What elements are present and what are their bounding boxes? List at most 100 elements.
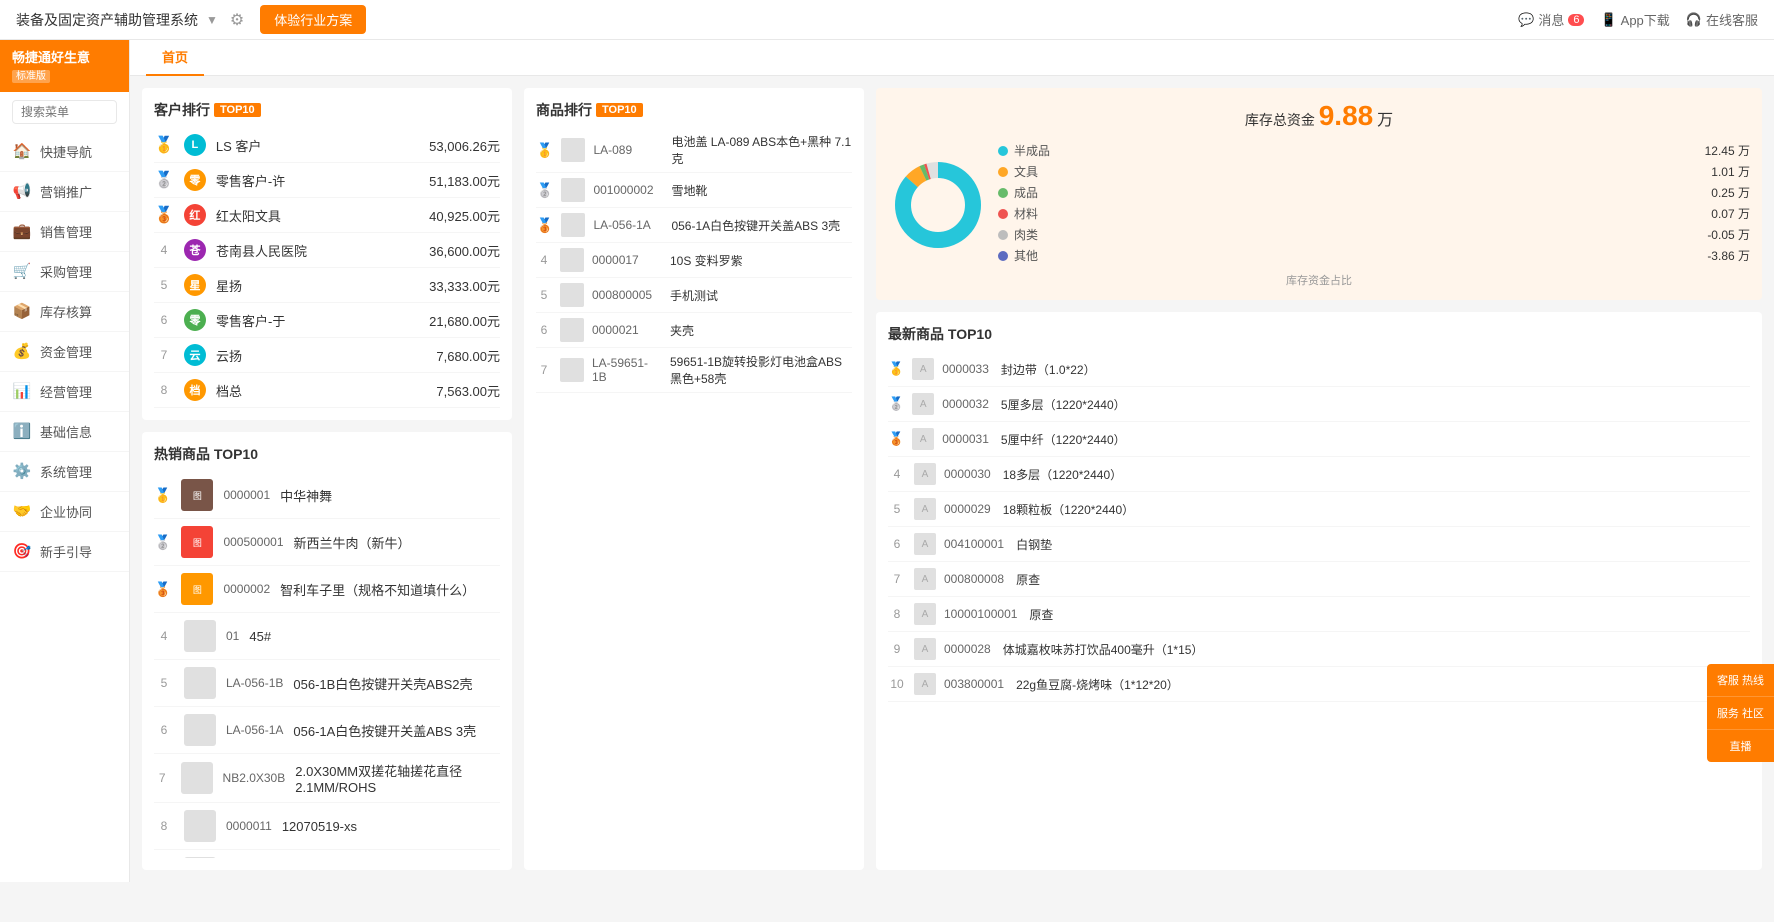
customer-ranking-table: 🥇 L LS 客户 53,006.26元 🥈 零 零售客户-许 51,183.0… xyxy=(154,128,500,408)
target-icon: 🎯 xyxy=(12,542,32,560)
product-ranking-header: 商品排行 TOP10 xyxy=(536,100,852,120)
np-image: A xyxy=(914,498,936,520)
rank-badge-8: 档 xyxy=(184,379,206,401)
list-item: 🥉 LA-056-1A 056-1A白色按键开关盖ABS 3壳 xyxy=(536,208,852,243)
left-panel: 客户排行 TOP10 🥇 L LS 客户 53,006.26元 🥈 xyxy=(142,88,512,870)
briefcase-icon: 💼 xyxy=(12,222,32,240)
message-badge: 6 xyxy=(1568,14,1584,26)
top-bar: 装备及固定资产辅助管理系统 ▼ ⚙ 体验行业方案 💬 消息 6 📱 App下载 … xyxy=(0,0,1774,40)
trial-button[interactable]: 体验行业方案 xyxy=(260,5,366,34)
float-btn-service[interactable]: 客服 热线 xyxy=(1707,664,1774,697)
sidebar-item-quick-nav[interactable]: 🏠 快捷导航 xyxy=(0,132,129,172)
table-row: 🥈 零 零售客户-许 51,183.00元 xyxy=(154,163,500,198)
right-panel: 库存总资金 9.88 万 xyxy=(876,88,1762,870)
dropdown-arrow-icon[interactable]: ▼ xyxy=(206,13,218,27)
money-icon: 💰 xyxy=(12,342,32,360)
list-item: 🥇 A 0000033 封边带（1.0*22） xyxy=(888,352,1750,387)
message-icon: 💬 xyxy=(1518,12,1534,28)
hot-products-title: 热销商品 TOP10 xyxy=(154,444,258,464)
list-item: 9 KK-SD22110H 花语萌恒温分踏睡袋（厚款） xyxy=(154,850,500,858)
info-icon: ℹ️ xyxy=(12,422,32,440)
legend-item: 肉类 -0.05 万 xyxy=(998,226,1750,243)
medal-bronze-icon: 🥉 xyxy=(536,217,553,234)
page-tabs: 首页 xyxy=(130,40,1774,76)
sidebar-item-operations[interactable]: 📊 经营管理 xyxy=(0,372,129,412)
home-icon: 🏠 xyxy=(12,142,32,160)
table-row: 6 零 零售客户-于 21,680.00元 xyxy=(154,303,500,338)
np-image: A xyxy=(912,428,934,450)
product-image-placeholder xyxy=(184,667,216,699)
table-row: 🥉 红 红太阳文具 40,925.00元 xyxy=(154,198,500,233)
sidebar-item-finance[interactable]: 💰 资金管理 xyxy=(0,332,129,372)
product-image: 图 xyxy=(181,479,213,511)
medal-bronze-icon: 🥉 xyxy=(154,205,174,225)
system-title: 装备及固定资产辅助管理系统 xyxy=(16,10,198,30)
list-item: 8 A 10000100001 原查 xyxy=(888,597,1750,632)
rank-badge-3: 红 xyxy=(184,204,206,226)
table-row: 🥇 L LS 客户 53,006.26元 xyxy=(154,128,500,163)
table-row: 5 星 星扬 33,333.00元 xyxy=(154,268,500,303)
float-btn-community[interactable]: 服务 社区 xyxy=(1707,697,1774,730)
service-link[interactable]: 🎧 在线客服 xyxy=(1686,10,1758,29)
sidebar: 畅捷通好生意 标准版 🏠 快捷导航 📢 营销推广 💼 销售管理 🛒 采购管理 📦… xyxy=(0,40,130,882)
table-row: 4 苍 苍南县人民医院 36,600.00元 xyxy=(154,233,500,268)
pr-image xyxy=(560,358,584,382)
new-products-header: 最新商品 TOP10 xyxy=(888,324,1750,344)
hot-products-header: 热销商品 TOP10 xyxy=(154,444,500,464)
float-btn-live[interactable]: 直播 xyxy=(1707,730,1774,762)
pr-image xyxy=(560,248,584,272)
phone-icon: 📱 xyxy=(1600,12,1616,28)
customer-ranking-title: 客户排行 xyxy=(154,100,210,120)
rank-badge-2: 零 xyxy=(184,169,206,191)
headset-icon: 🎧 xyxy=(1686,12,1702,28)
legend-item: 其他 -3.86 万 xyxy=(998,247,1750,264)
pr-image xyxy=(561,213,585,237)
list-item: 9 A 0000028 体城嘉枚味苏打饮品400毫升（1*15） xyxy=(888,632,1750,667)
settings-icon[interactable]: ⚙ xyxy=(230,10,244,30)
np-image: A xyxy=(914,638,936,660)
pr-image xyxy=(560,283,584,307)
app-download-link[interactable]: 📱 App下载 xyxy=(1600,10,1669,29)
medal-bronze-icon: 🥉 xyxy=(154,581,171,598)
search-menu-item xyxy=(0,92,129,132)
messages-link[interactable]: 💬 消息 6 xyxy=(1518,10,1584,29)
product-ranking-title: 商品排行 xyxy=(536,100,592,120)
medal-gold-icon: 🥇 xyxy=(154,135,174,155)
np-image: A xyxy=(912,393,934,415)
customer-ranking-header: 客户排行 TOP10 xyxy=(154,100,500,120)
product-image-placeholder xyxy=(184,810,216,842)
logo-text: 畅捷通好生意 xyxy=(12,50,90,67)
sidebar-logo: 畅捷通好生意 标准版 xyxy=(0,40,129,92)
main: 首页 客户排行 TOP10 🥇 L LS 客户 xyxy=(130,40,1774,882)
table-row: 8 档 档总 7,563.00元 xyxy=(154,373,500,408)
rank-badge-5: 星 xyxy=(184,274,206,296)
medal-silver-icon: 🥈 xyxy=(536,182,553,199)
sidebar-item-sales[interactable]: 💼 销售管理 xyxy=(0,212,129,252)
sidebar-item-enterprise[interactable]: 🤝 企业协同 xyxy=(0,492,129,532)
list-item: 🥇 图 0000001 中华神舞 xyxy=(154,472,500,519)
list-item: 7 LA-59651-1B 59651-1B旋转投影灯电池盒ABS黑色+58壳 xyxy=(536,348,852,393)
sidebar-item-marketing[interactable]: 📢 营销推广 xyxy=(0,172,129,212)
rank-badge-1: L xyxy=(184,134,206,156)
pr-image xyxy=(561,178,585,202)
sidebar-item-system[interactable]: ⚙️ 系统管理 xyxy=(0,452,129,492)
chart-icon: 📊 xyxy=(12,382,32,400)
new-products-list: 🥇 A 0000033 封边带（1.0*22） 🥈 A 0000032 5厘多层… xyxy=(888,352,1750,858)
tab-home[interactable]: 首页 xyxy=(146,39,204,76)
sidebar-item-purchase[interactable]: 🛒 采购管理 xyxy=(0,252,129,292)
np-image: A xyxy=(914,463,936,485)
product-image-placeholder xyxy=(184,857,216,858)
search-menu-input[interactable] xyxy=(12,100,117,124)
sidebar-item-guide[interactable]: 🎯 新手引导 xyxy=(0,532,129,572)
np-image: A xyxy=(914,568,936,590)
sidebar-item-inventory[interactable]: 📦 库存核算 xyxy=(0,292,129,332)
center-panel: 商品排行 TOP10 🥇 LA-089 电池盖 LA-089 ABS本色+黑种 … xyxy=(524,88,864,870)
list-item: 4 01 45# xyxy=(154,613,500,660)
inventory-total: 库存总资金 9.88 万 xyxy=(888,100,1750,132)
rank-badge-6: 零 xyxy=(184,309,206,331)
list-item: 6 0000021 夹壳 xyxy=(536,313,852,348)
customer-ranking-badge: TOP10 xyxy=(214,103,261,117)
list-item: 8 0000011 12070519-xs xyxy=(154,803,500,850)
megaphone-icon: 📢 xyxy=(12,182,32,200)
sidebar-item-basic-info[interactable]: ℹ️ 基础信息 xyxy=(0,412,129,452)
